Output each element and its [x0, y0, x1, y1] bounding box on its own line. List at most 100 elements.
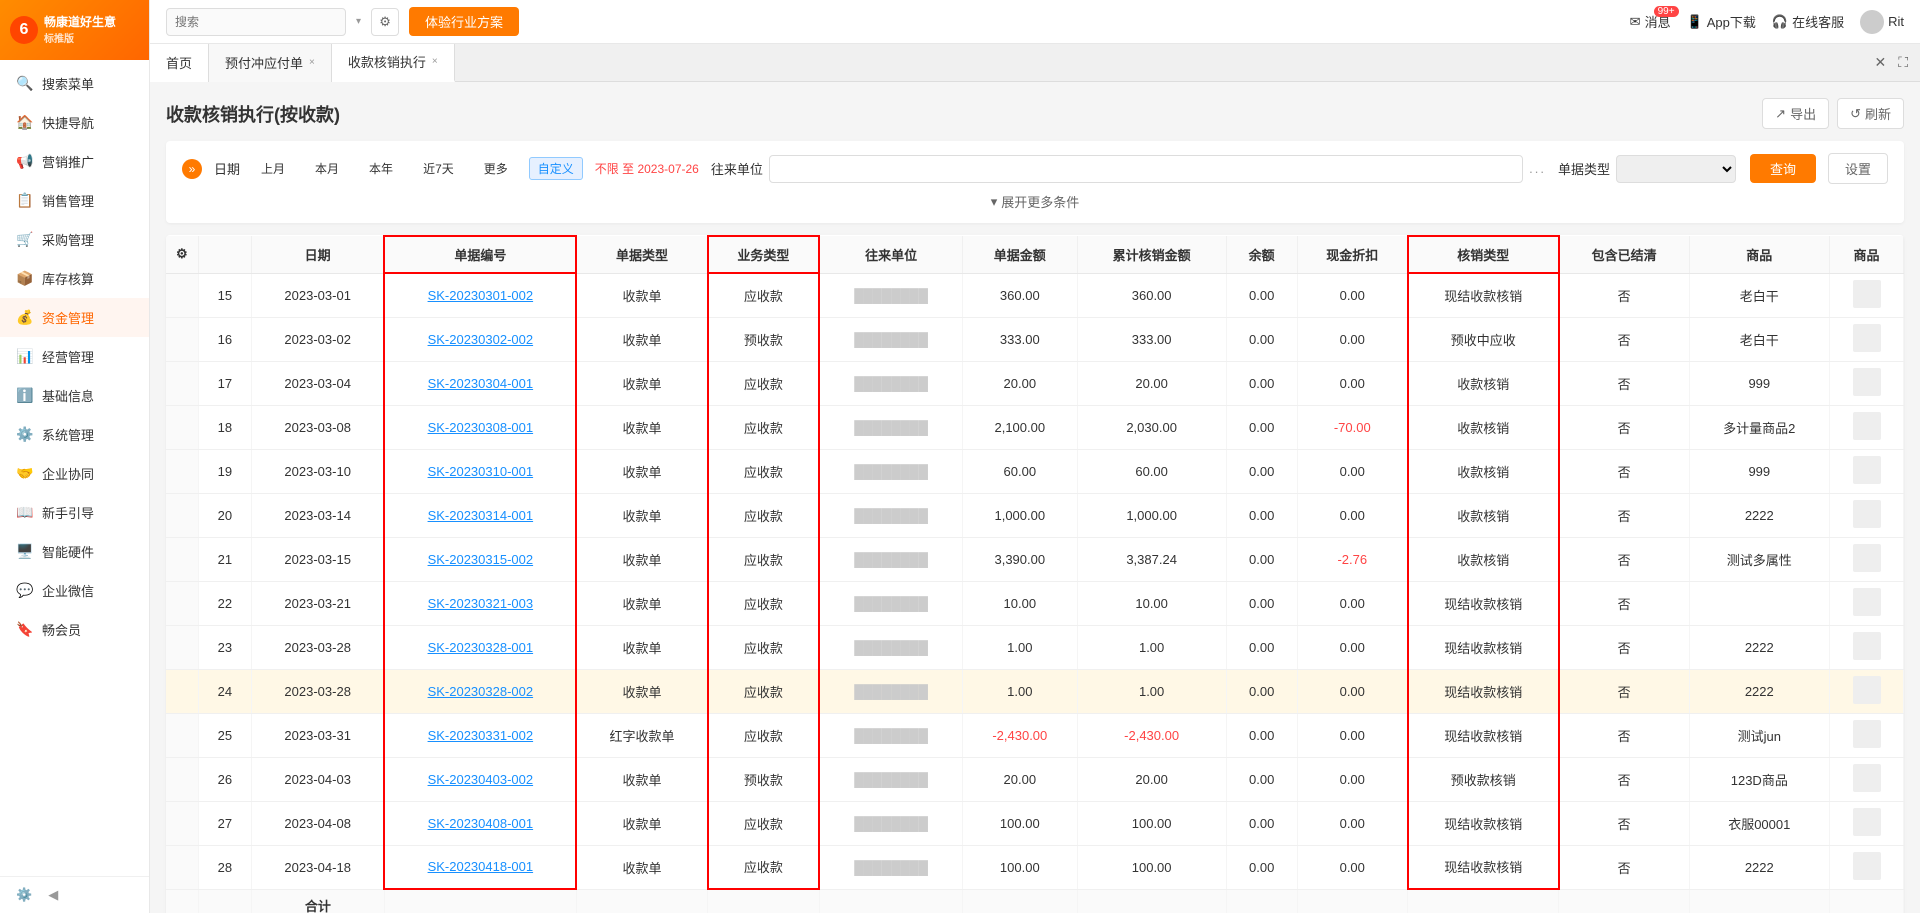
table-scroll[interactable]: ⚙ 日期 单据编号 单据类型 业务类型 往来单位 单据金额 累计核销金额 余额 …: [166, 235, 1904, 913]
filter-this-month-btn[interactable]: 本月: [306, 157, 348, 180]
total-cell-12: [1559, 889, 1689, 913]
sidebar-item-member[interactable]: 🔖 畅会员: [0, 610, 149, 649]
row-docno[interactable]: SK-20230301-002: [384, 273, 576, 317]
row-docno[interactable]: SK-20230418-001: [384, 845, 576, 889]
tab-close-all-btn[interactable]: ✕: [1870, 50, 1890, 75]
sidebar-item-quicknav[interactable]: 🏠 快捷导航: [0, 103, 149, 142]
filter-expand-btn[interactable]: »: [182, 159, 202, 179]
refresh-btn[interactable]: ↺ 刷新: [1837, 98, 1904, 129]
row-writeoff-amount: 360.00: [1077, 273, 1226, 317]
topbar-service-btn[interactable]: 🎧 在线客服: [1772, 12, 1844, 31]
row-writeoff-amount: 10.00: [1077, 581, 1226, 625]
row-docno[interactable]: SK-20230304-001: [384, 361, 576, 405]
sidebar-item-guide[interactable]: 📖 新手引导: [0, 493, 149, 532]
row-docno[interactable]: SK-20230331-002: [384, 713, 576, 757]
tab-writeoff[interactable]: 收款核销执行 ×: [332, 44, 455, 82]
filter-counterparty-input[interactable]: [769, 155, 1523, 183]
hardware-icon: 🖥️: [16, 543, 34, 561]
row-gear: [166, 361, 198, 405]
row-docno[interactable]: SK-20230308-001: [384, 405, 576, 449]
row-cash-discount: 0.00: [1297, 801, 1408, 845]
row-counterparty: ████████: [819, 757, 962, 801]
total-cell-4: [576, 889, 707, 913]
sidebar: 6 畅康道好生意 标推版 🔍 搜索菜单 🏠 快捷导航 📢 营销推广 📋 销售管理…: [0, 0, 150, 913]
sidebar-item-marketing[interactable]: 📢 营销推广: [0, 142, 149, 181]
sidebar-item-search[interactable]: 🔍 搜索菜单: [0, 64, 149, 103]
row-writeoff-type: 现结收款核销: [1408, 273, 1559, 317]
row-doctype: 收款单: [576, 493, 707, 537]
filter-setting-btn[interactable]: 设置: [1828, 153, 1888, 184]
expand-more-conditions[interactable]: ▾ 展开更多条件: [182, 192, 1888, 211]
row-amount: 1,000.00: [963, 493, 1077, 537]
tab-writeoff-close[interactable]: ×: [432, 56, 438, 67]
sidebar-label-purchase: 采购管理: [42, 230, 94, 249]
sidebar-item-corp[interactable]: 🤝 企业协同: [0, 454, 149, 493]
row-writeoff-amount: 20.00: [1077, 757, 1226, 801]
tab-presale[interactable]: 预付冲应付单 ×: [209, 44, 332, 82]
sidebar-item-operation[interactable]: 📊 经营管理: [0, 337, 149, 376]
topbar-user-btn[interactable]: Rit: [1860, 10, 1904, 34]
sidebar-item-hardware[interactable]: 🖥️ 智能硬件: [0, 532, 149, 571]
col-header-writeoff-type: 核销类型: [1408, 236, 1559, 273]
topbar-gear-btn[interactable]: ⚙: [371, 8, 399, 36]
row-docno[interactable]: SK-20230403-002: [384, 757, 576, 801]
row-docno[interactable]: SK-20230310-001: [384, 449, 576, 493]
sidebar-item-finance[interactable]: 💰 资金管理: [0, 298, 149, 337]
tab-expand-btn[interactable]: ⛶: [1894, 50, 1912, 75]
filter-more-btn[interactable]: 更多: [475, 157, 517, 180]
topbar-app-btn[interactable]: 📱 App下载: [1687, 12, 1756, 31]
row-index: 26: [198, 757, 251, 801]
tab-home[interactable]: 首页: [150, 44, 209, 82]
sidebar-item-sales[interactable]: 📋 销售管理: [0, 181, 149, 220]
sidebar-item-basic[interactable]: ℹ️ 基础信息: [0, 376, 149, 415]
purchase-icon: 🛒: [16, 231, 34, 249]
row-index: 24: [198, 669, 251, 713]
row-goods-img: [1830, 669, 1904, 713]
row-docno[interactable]: SK-20230408-001: [384, 801, 576, 845]
tab-presale-close[interactable]: ×: [309, 57, 315, 68]
row-doctype: 收款单: [576, 801, 707, 845]
table-row: 252023-03-31SK-20230331-002红字收款单应收款█████…: [166, 713, 1904, 757]
filter-custom-btn[interactable]: 自定义: [529, 157, 583, 180]
sidebar-item-wechat[interactable]: 💬 企业微信: [0, 571, 149, 610]
row-docno[interactable]: SK-20230328-002: [384, 669, 576, 713]
row-goods: 999: [1689, 361, 1830, 405]
sidebar-item-inventory[interactable]: 📦 库存核算: [0, 259, 149, 298]
row-goods-img: [1830, 317, 1904, 361]
filter-doctype-select[interactable]: [1616, 155, 1736, 183]
sidebar-settings-icon[interactable]: ⚙️: [16, 887, 32, 903]
filter-this-year-btn[interactable]: 本年: [360, 157, 402, 180]
row-balance: 0.00: [1226, 361, 1297, 405]
total-cell-1: [198, 889, 251, 913]
row-writeoff-amount: 20.00: [1077, 361, 1226, 405]
row-docno[interactable]: SK-20230302-002: [384, 317, 576, 361]
filter-7days-btn[interactable]: 近7天: [414, 157, 463, 180]
row-counterparty: ████████: [819, 669, 962, 713]
row-amount: 20.00: [963, 361, 1077, 405]
row-docno[interactable]: SK-20230321-003: [384, 581, 576, 625]
row-goods: 2222: [1689, 845, 1830, 889]
row-cash-discount: 0.00: [1297, 317, 1408, 361]
row-gear: [166, 669, 198, 713]
filter-last-month-btn[interactable]: 上月: [252, 157, 294, 180]
topbar-search-input[interactable]: [166, 8, 346, 36]
row-goods: 测试多属性: [1689, 537, 1830, 581]
sidebar-item-purchase[interactable]: 🛒 采购管理: [0, 220, 149, 259]
row-amount: 60.00: [963, 449, 1077, 493]
row-docno[interactable]: SK-20230314-001: [384, 493, 576, 537]
topbar-message-btn[interactable]: ✉ 消息 99+: [1630, 12, 1671, 31]
export-btn[interactable]: ↗ 导出: [1762, 98, 1829, 129]
row-balance: 0.00: [1226, 757, 1297, 801]
row-docno[interactable]: SK-20230328-001: [384, 625, 576, 669]
sidebar-item-system[interactable]: ⚙️ 系统管理: [0, 415, 149, 454]
topbar-industry-btn[interactable]: 体验行业方案: [409, 7, 519, 36]
col-header-writeoff-amount: 累计核销金额: [1077, 236, 1226, 273]
search-icon: 🔍: [16, 75, 34, 93]
sidebar-collapse-icon[interactable]: ◀: [48, 887, 58, 903]
query-btn[interactable]: 查询: [1750, 154, 1816, 183]
table-row: 272023-04-08SK-20230408-001收款单应收款███████…: [166, 801, 1904, 845]
row-docno[interactable]: SK-20230315-002: [384, 537, 576, 581]
marketing-icon: 📢: [16, 153, 34, 171]
sidebar-nav: 🔍 搜索菜单 🏠 快捷导航 📢 营销推广 📋 销售管理 🛒 采购管理 📦 库存核…: [0, 60, 149, 876]
row-amount: -2,430.00: [963, 713, 1077, 757]
